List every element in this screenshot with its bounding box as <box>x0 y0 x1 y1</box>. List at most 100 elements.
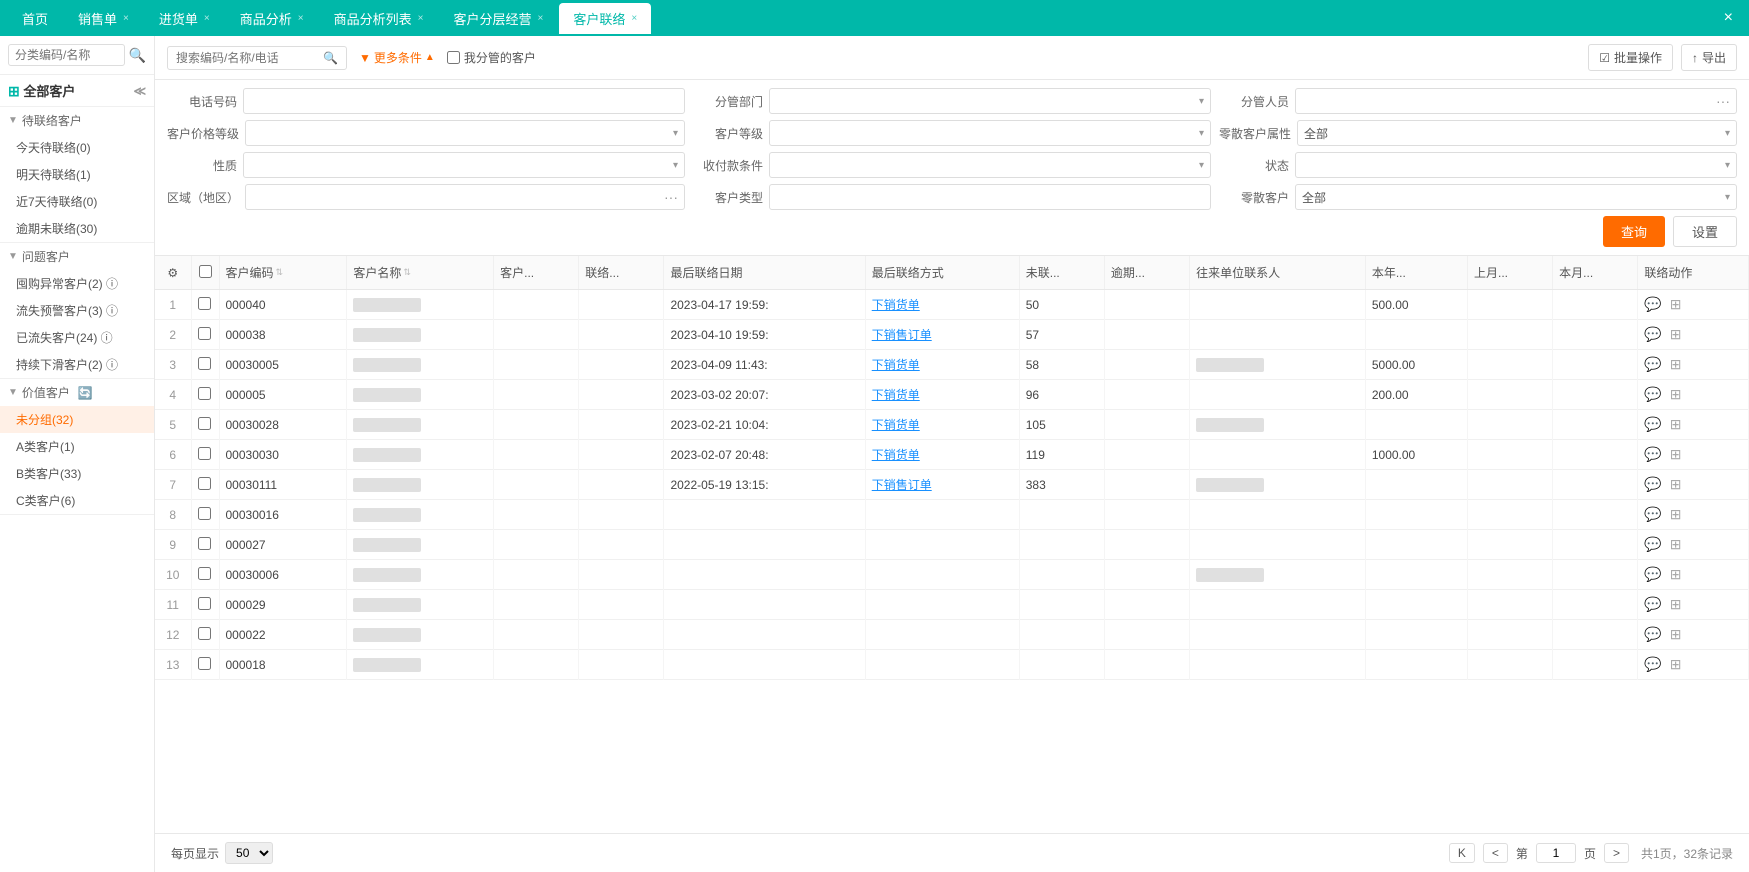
nav-tab-进货单[interactable]: 进货单× <box>145 3 224 34</box>
sidebar-group-header-1[interactable]: ▼问题客户 <box>0 243 154 270</box>
tab-close-icon[interactable]: × <box>123 13 129 24</box>
chat-icon[interactable]: 💬 <box>1644 416 1661 433</box>
sidebar-item[interactable]: 未分组(32) <box>0 406 154 433</box>
batch-operation-button[interactable]: ☑ 批量操作 <box>1588 44 1673 71</box>
chat-icon[interactable]: 💬 <box>1644 656 1661 673</box>
reset-button[interactable]: 设置 <box>1673 216 1737 247</box>
sidebar-group-header-2[interactable]: ▼价值客户🔄 <box>0 379 154 406</box>
filter-customer-level-select[interactable]: ▾ <box>769 120 1211 146</box>
check-column-header[interactable] <box>191 256 219 290</box>
contact-method-link[interactable]: 下销货单 <box>872 298 920 312</box>
sidebar-item[interactable]: 逾期未联络(30) <box>0 215 154 242</box>
sidebar-item[interactable]: 囤购异常客户(2) ⓘ <box>0 270 154 297</box>
chat-icon[interactable]: 💬 <box>1644 296 1661 313</box>
grid-icon[interactable]: ⊞ <box>1670 566 1682 583</box>
row-checkbox[interactable] <box>198 297 211 310</box>
row-checkbox-cell[interactable] <box>191 620 219 650</box>
row-checkbox[interactable] <box>198 537 211 550</box>
grid-icon[interactable]: ⊞ <box>1670 536 1682 553</box>
contact-method-link[interactable]: 下销货单 <box>872 388 920 402</box>
select-all-checkbox[interactable] <box>199 265 212 278</box>
row-checkbox[interactable] <box>198 657 211 670</box>
table-cell[interactable]: 下销货单 <box>865 350 1019 380</box>
phone-input[interactable] <box>250 94 678 108</box>
chat-icon[interactable]: 💬 <box>1644 386 1661 403</box>
filter-dept-select[interactable]: ▾ <box>769 88 1211 114</box>
row-checkbox-cell[interactable] <box>191 650 219 680</box>
filter-status-select[interactable]: ▾ <box>1295 152 1737 178</box>
row-checkbox[interactable] <box>198 477 211 490</box>
nav-tab-商品分析列表[interactable]: 商品分析列表× <box>320 3 438 34</box>
row-checkbox-cell[interactable] <box>191 290 219 320</box>
row-checkbox[interactable] <box>198 567 211 580</box>
grid-icon[interactable]: ⊞ <box>1670 446 1682 463</box>
my-customers-checkbox-area[interactable]: 我分管的客户 <box>447 49 536 66</box>
tab-close-icon[interactable]: × <box>298 13 304 24</box>
gear-column-header[interactable]: ⚙ <box>155 256 191 290</box>
row-checkbox-cell[interactable] <box>191 320 219 350</box>
row-checkbox-cell[interactable] <box>191 380 219 410</box>
grid-icon[interactable]: ⊞ <box>1670 386 1682 403</box>
table-cell[interactable]: 下销售订单 <box>865 470 1019 500</box>
contact-method-link[interactable]: 下销售订单 <box>872 328 932 342</box>
sidebar-item[interactable]: 近7天待联络(0) <box>0 188 154 215</box>
contact-method-link[interactable]: 下销售订单 <box>872 478 932 492</box>
grid-icon[interactable]: ⊞ <box>1670 326 1682 343</box>
sidebar-item[interactable]: 流失预警客户(3) ⓘ <box>0 297 154 324</box>
row-checkbox-cell[interactable] <box>191 590 219 620</box>
filter-nature-select[interactable]: ▾ <box>243 152 685 178</box>
prev-page-button[interactable]: < <box>1483 843 1508 863</box>
chat-icon[interactable]: 💬 <box>1644 326 1661 343</box>
row-checkbox[interactable] <box>198 327 211 340</box>
filter-phone-input[interactable] <box>243 88 685 114</box>
all-customers-header[interactable]: ⊞ 全部客户 ≪ <box>0 75 154 106</box>
filter-region-input[interactable]: ··· <box>245 184 685 210</box>
row-checkbox[interactable] <box>198 597 211 610</box>
sidebar-item[interactable]: C类客户(6) <box>0 487 154 514</box>
table-cell[interactable]: 下销售订单 <box>865 320 1019 350</box>
grid-icon[interactable]: ⊞ <box>1670 596 1682 613</box>
row-checkbox-cell[interactable] <box>191 500 219 530</box>
row-checkbox[interactable] <box>198 627 211 640</box>
dots-icon-2[interactable]: ··· <box>664 189 678 205</box>
nav-tab-客户分层经营[interactable]: 客户分层经营× <box>439 3 557 34</box>
filter-scatter-attr-select[interactable]: 全部 ▾ <box>1297 120 1737 146</box>
row-checkbox-cell[interactable] <box>191 410 219 440</box>
grid-icon[interactable]: ⊞ <box>1670 626 1682 643</box>
row-checkbox-cell[interactable] <box>191 350 219 380</box>
filter-price-level-select[interactable]: ▾ <box>245 120 685 146</box>
sidebar-search-input[interactable] <box>8 44 125 66</box>
sidebar-search-icon[interactable]: 🔍 <box>129 47 146 64</box>
filter-customer-type-select[interactable] <box>769 184 1211 210</box>
tab-close-icon[interactable]: × <box>537 13 543 24</box>
filter-scatter-select[interactable]: 全部 ▾ <box>1295 184 1737 210</box>
chat-icon[interactable]: 💬 <box>1644 566 1661 583</box>
grid-icon[interactable]: ⊞ <box>1670 476 1682 493</box>
filter-more-button[interactable]: ▼ 更多条件 ▲ <box>359 49 435 66</box>
row-checkbox-cell[interactable] <box>191 560 219 590</box>
contact-method-link[interactable]: 下销货单 <box>872 358 920 372</box>
chat-icon[interactable]: 💬 <box>1644 536 1661 553</box>
table-cell[interactable]: 下销货单 <box>865 380 1019 410</box>
row-checkbox-cell[interactable] <box>191 470 219 500</box>
sidebar-item[interactable]: 明天待联络(1) <box>0 161 154 188</box>
contact-method-link[interactable]: 下销货单 <box>872 418 920 432</box>
grid-icon[interactable]: ⊞ <box>1670 506 1682 523</box>
filter-person-input[interactable]: ··· <box>1295 88 1737 114</box>
dots-icon[interactable]: ··· <box>1716 93 1730 109</box>
sidebar-item[interactable]: 已流失客户(24) ⓘ <box>0 324 154 351</box>
chat-icon[interactable]: 💬 <box>1644 356 1661 373</box>
row-checkbox[interactable] <box>198 507 211 520</box>
query-button[interactable]: 查询 <box>1603 216 1665 247</box>
table-cell[interactable]: 下销货单 <box>865 290 1019 320</box>
table-cell[interactable]: 下销货单 <box>865 440 1019 470</box>
my-customers-checkbox[interactable] <box>447 51 460 64</box>
nav-tab-商品分析[interactable]: 商品分析× <box>226 3 318 34</box>
nav-tab-首页[interactable]: 首页 <box>8 3 62 34</box>
tab-close-icon[interactable]: × <box>418 13 424 24</box>
collapse-icon[interactable]: ≪ <box>133 84 146 98</box>
grid-icon[interactable]: ⊞ <box>1670 416 1682 433</box>
export-button[interactable]: ↑ 导出 <box>1681 44 1737 71</box>
chat-icon[interactable]: 💬 <box>1644 446 1661 463</box>
next-page-button[interactable]: > <box>1604 843 1629 863</box>
